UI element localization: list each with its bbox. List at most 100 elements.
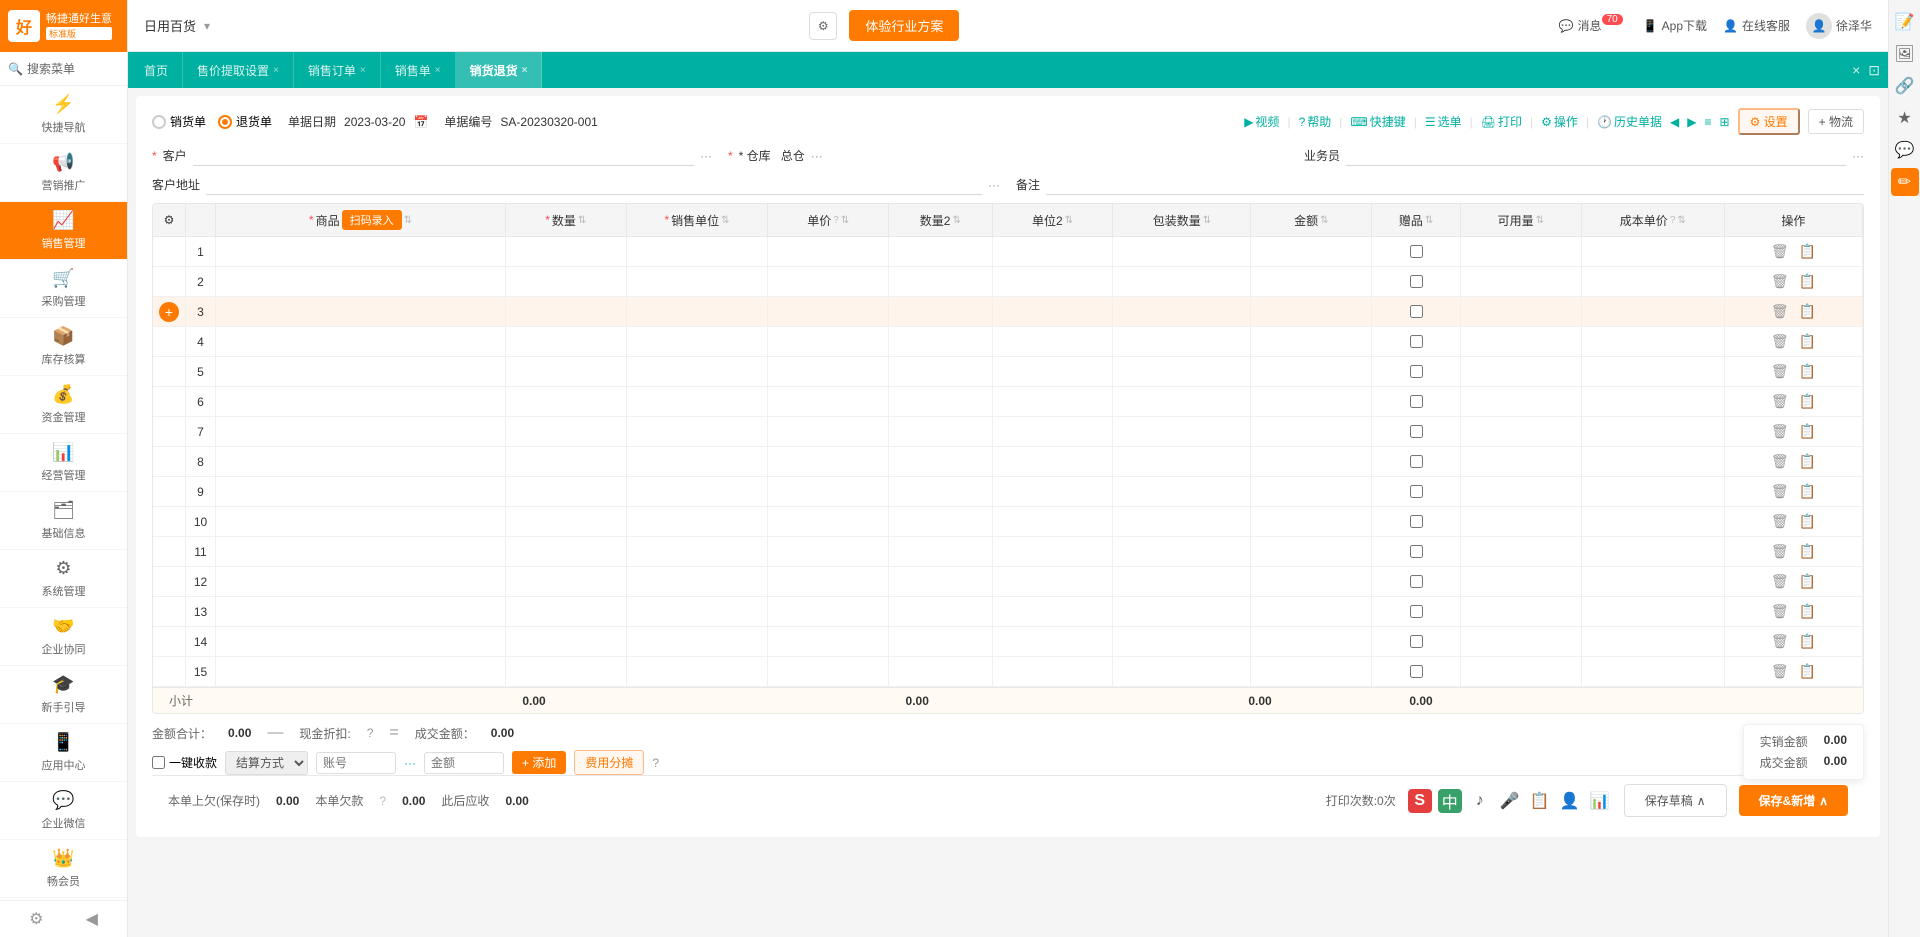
table-setting-icon[interactable]: ⚙ — [164, 213, 175, 227]
row-pkgqty[interactable] — [1113, 567, 1251, 597]
prev-record-button[interactable]: ◀ — [1670, 115, 1679, 129]
row-unit2[interactable] — [992, 327, 1113, 357]
sidebar-item-marketing[interactable]: 📢 营销推广 — [0, 144, 127, 202]
row-price[interactable] — [768, 657, 889, 687]
row-qty[interactable] — [505, 267, 626, 297]
copy-row-button[interactable]: 📋 — [1797, 361, 1818, 382]
row-unit[interactable] — [626, 537, 768, 567]
row-unit2[interactable] — [992, 237, 1113, 267]
delete-row-button[interactable]: 🗑 — [1769, 331, 1791, 352]
ops-link[interactable]: ⚙ 操作 — [1541, 113, 1578, 130]
row-product[interactable] — [216, 477, 506, 507]
row-product[interactable] — [216, 417, 506, 447]
row-qty[interactable] — [505, 357, 626, 387]
row-pkgqty[interactable] — [1113, 537, 1251, 567]
tab-sales-bill[interactable]: 销售单 × — [381, 52, 456, 88]
copy-row-button[interactable]: 📋 — [1797, 601, 1818, 622]
row-qty[interactable] — [505, 387, 626, 417]
row-unit2[interactable] — [992, 537, 1113, 567]
calendar-icon[interactable]: 📅 — [413, 115, 428, 129]
row-unit[interactable] — [626, 417, 768, 447]
row-pkgqty[interactable] — [1113, 507, 1251, 537]
right-panel-star-icon[interactable]: ★ — [1891, 104, 1919, 132]
row-cost[interactable] — [1581, 627, 1724, 657]
row-unit[interactable] — [626, 237, 768, 267]
row-product[interactable] — [216, 597, 506, 627]
tab-sales-return[interactable]: 销货退货 × — [456, 52, 543, 88]
row-product[interactable] — [216, 267, 506, 297]
table-view-button[interactable]: ≡ — [1704, 115, 1711, 129]
row-product[interactable] — [216, 507, 506, 537]
delete-row-button[interactable]: 🗑 — [1769, 301, 1791, 322]
avail-sort-icon[interactable]: ⇅ — [1536, 215, 1544, 226]
sidebar-item-inventory[interactable]: 📦 库存核算 — [0, 318, 127, 376]
row-qty-active[interactable] — [505, 297, 626, 327]
save-new-button[interactable]: 保存&新增 ∧ — [1739, 785, 1848, 816]
row-amount-active[interactable] — [1251, 297, 1372, 327]
tab-price-setting[interactable]: 售价提取设置 × — [183, 52, 294, 88]
tool-music-icon[interactable]: ♪ — [1468, 789, 1492, 813]
row-pkgqty[interactable] — [1113, 387, 1251, 417]
tab-close-sales-order[interactable]: × — [360, 65, 366, 76]
row-qty2[interactable] — [889, 447, 993, 477]
delete-row-button[interactable]: 🗑 — [1769, 571, 1791, 592]
copy-row-button[interactable]: 📋 — [1797, 511, 1818, 532]
message-button[interactable]: 💬 消息 70 — [1559, 17, 1627, 34]
delete-row-button[interactable]: 🗑 — [1769, 511, 1791, 532]
row-price[interactable] — [768, 357, 889, 387]
amount-sort-icon[interactable]: ⇅ — [1320, 215, 1328, 226]
price-sort-icon[interactable]: ⇅ — [841, 215, 849, 226]
row-avail[interactable] — [1460, 597, 1581, 627]
row-price[interactable] — [768, 597, 889, 627]
copy-row-button[interactable]: 📋 — [1797, 631, 1818, 652]
row-unit2[interactable] — [992, 267, 1113, 297]
tool-clip-icon[interactable]: 📋 — [1528, 789, 1552, 813]
row-product-active[interactable] — [216, 297, 506, 327]
gift-checkbox[interactable] — [1410, 455, 1423, 468]
row-cost[interactable] — [1581, 327, 1724, 357]
debt-help-icon[interactable]: ? — [379, 794, 386, 808]
row-cost[interactable] — [1581, 597, 1724, 627]
tab-sales-order[interactable]: 销售订单 × — [294, 52, 381, 88]
tool-chart-icon[interactable]: 📊 — [1588, 789, 1612, 813]
row-avail[interactable] — [1460, 657, 1581, 687]
row-product[interactable] — [216, 627, 506, 657]
discount-help-icon[interactable]: ? — [367, 726, 374, 740]
fee-split-help-icon[interactable]: ? — [652, 756, 659, 770]
tab-home[interactable]: 首页 — [136, 52, 183, 88]
copy-row-button[interactable]: 📋 — [1797, 301, 1818, 322]
row-product[interactable] — [216, 537, 506, 567]
row-price[interactable] — [768, 447, 889, 477]
row-cost[interactable] — [1581, 417, 1724, 447]
row-pkgqty-active[interactable] — [1113, 297, 1251, 327]
row-price[interactable] — [768, 477, 889, 507]
row-price[interactable] — [768, 237, 889, 267]
row-pkgqty[interactable] — [1113, 627, 1251, 657]
row-unit[interactable] — [626, 267, 768, 297]
row-price[interactable] — [768, 387, 889, 417]
product-input-active[interactable] — [222, 305, 499, 319]
row-qty2[interactable] — [889, 357, 993, 387]
radio-return-bill[interactable]: 退货单 — [218, 113, 272, 130]
address-select-icon[interactable]: ··· — [988, 178, 1000, 192]
gift-checkbox[interactable] — [1410, 395, 1423, 408]
gift-checkbox[interactable] — [1410, 425, 1423, 438]
right-panel-link-icon[interactable]: 🔗 — [1891, 72, 1919, 100]
row-pkgqty[interactable] — [1113, 477, 1251, 507]
one-click-checkbox[interactable]: 一键收款 — [152, 754, 217, 771]
row-avail[interactable] — [1460, 537, 1581, 567]
product-sort-icon[interactable]: ⇅ — [404, 215, 412, 226]
warehouse-select-icon[interactable]: ··· — [811, 149, 823, 163]
row-price[interactable] — [768, 327, 889, 357]
row-pkgqty[interactable] — [1113, 657, 1251, 687]
row-unit[interactable] — [626, 627, 768, 657]
row-price[interactable] — [768, 567, 889, 597]
row-cost[interactable] — [1581, 447, 1724, 477]
row-unit2[interactable] — [992, 477, 1113, 507]
row-amount[interactable] — [1251, 627, 1372, 657]
close-all-tabs-button[interactable]: × — [1852, 62, 1860, 78]
row-cost[interactable] — [1581, 477, 1724, 507]
one-click-input[interactable] — [152, 756, 165, 769]
row-product[interactable] — [216, 237, 506, 267]
row-avail-active[interactable] — [1460, 297, 1581, 327]
